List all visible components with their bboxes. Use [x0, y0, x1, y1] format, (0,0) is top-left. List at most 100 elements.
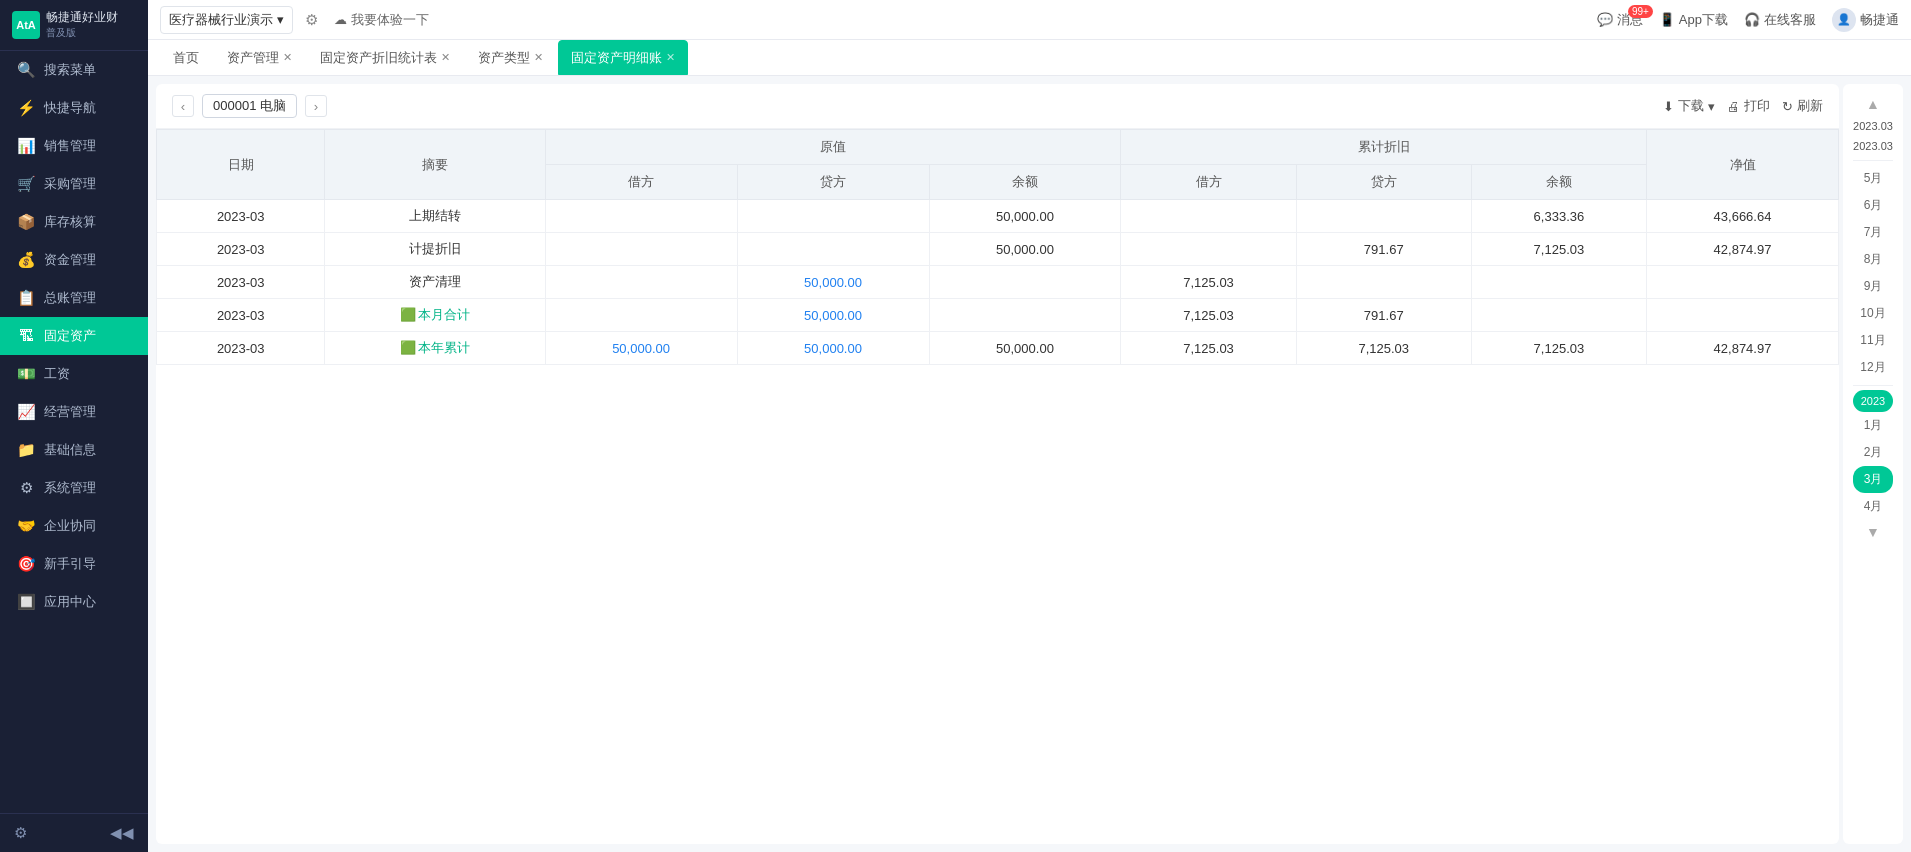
cell-dep-balance: 7,125.03 — [1471, 233, 1646, 266]
sidebar-item-资金管理[interactable]: 💰资金管理 — [0, 241, 148, 279]
cell-dep-debit: 7,125.03 — [1121, 332, 1296, 365]
timeline-up-btn[interactable]: ▲ — [1862, 92, 1884, 116]
tab-close-icon[interactable]: ✕ — [666, 51, 675, 64]
cell-orig-balance — [929, 299, 1121, 332]
tl-month-12月[interactable]: 12月 — [1853, 354, 1893, 381]
nav-icon: 📊 — [16, 137, 36, 155]
cell-orig-debit — [545, 233, 737, 266]
cell-dep-credit — [1296, 266, 1471, 299]
tab-资产类型[interactable]: 资产类型 ✕ — [465, 40, 556, 75]
nav-icon: ⚙ — [16, 479, 36, 497]
summary-text: 本年累计 — [418, 340, 470, 355]
sidebar-item-库存核算[interactable]: 📦库存核算 — [0, 203, 148, 241]
tab-资产管理[interactable]: 资产管理✕ — [214, 40, 305, 75]
sidebar-item-固定资产[interactable]: 🏗固定资产 — [0, 317, 148, 355]
tl-month-10月[interactable]: 10月 — [1853, 300, 1893, 327]
cell-dep-balance — [1471, 266, 1646, 299]
nav-icon: 🤝 — [16, 517, 36, 535]
cell-date: 2023-03 — [157, 332, 325, 365]
cell-net-value: 42,874.97 — [1647, 233, 1839, 266]
sidebar-item-工资[interactable]: 💵工资 — [0, 355, 148, 393]
tl-month-4月[interactable]: 4月 — [1853, 493, 1893, 520]
sidebar-item-快捷导航[interactable]: ⚡快捷导航 — [0, 89, 148, 127]
messages-btn[interactable]: 💬 消息 99+ — [1597, 11, 1643, 29]
tl-month-6月[interactable]: 6月 — [1853, 192, 1893, 219]
th-orig-credit: 贷方 — [737, 165, 929, 200]
print-btn[interactable]: 🖨 打印 — [1727, 97, 1770, 115]
nav-label: 销售管理 — [44, 137, 96, 155]
cell-date: 2023-03 — [157, 233, 325, 266]
tl-month-7月[interactable]: 7月 — [1853, 219, 1893, 246]
th-dep-credit: 贷方 — [1296, 165, 1471, 200]
content-area: ‹ 000001 电脑 › ⬇ 下载 ▾ 🖨 打印 ↻ 刷新 — [148, 76, 1911, 852]
cell-net-value — [1647, 299, 1839, 332]
company-selector[interactable]: 医疗器械行业演示 ▾ — [160, 6, 293, 34]
tabs-bar: 首页资产管理✕固定资产折旧统计表✕资产类型✕固定资产明细账✕ — [148, 40, 1911, 76]
tab-label: 资产类型 — [478, 49, 530, 67]
tab-close-icon[interactable]: ✕ — [441, 51, 450, 64]
tab-固定资产折旧统计表[interactable]: 固定资产折旧统计表✕ — [307, 40, 463, 75]
cell-summary: 资产清理 — [325, 266, 545, 299]
sidebar-item-企业协同[interactable]: 🤝企业协同 — [0, 507, 148, 545]
user-profile[interactable]: 👤 畅捷通 — [1832, 8, 1899, 32]
tl-year-badge[interactable]: 2023 — [1853, 390, 1893, 412]
print-icon: 🖨 — [1727, 99, 1740, 114]
th-dep-balance: 余额 — [1471, 165, 1646, 200]
nav-label: 采购管理 — [44, 175, 96, 193]
tab-close-icon[interactable]: ✕ — [283, 51, 292, 64]
online-service-btn[interactable]: 🎧 在线客服 — [1744, 11, 1816, 29]
nav-label: 基础信息 — [44, 441, 96, 459]
tl-month-2月[interactable]: 2月 — [1853, 439, 1893, 466]
cell-date: 2023-03 — [157, 266, 325, 299]
tl-month-11月[interactable]: 11月 — [1853, 327, 1893, 354]
tl-month-5月[interactable]: 5月 — [1853, 165, 1893, 192]
th-orig-debit: 借方 — [545, 165, 737, 200]
settings-icon[interactable]: ⚙ — [14, 824, 27, 842]
download-icon: ⬇ — [1663, 99, 1674, 114]
tab-首页[interactable]: 首页 — [160, 40, 212, 75]
sidebar-item-基础信息[interactable]: 📁基础信息 — [0, 431, 148, 469]
timeline-down-btn[interactable]: ▼ — [1862, 520, 1884, 544]
sidebar-item-总账管理[interactable]: 📋总账管理 — [0, 279, 148, 317]
prev-asset-btn[interactable]: ‹ — [172, 95, 194, 117]
experience-btn[interactable]: ☁ 我要体验一下 — [334, 11, 429, 29]
tl-month-8月[interactable]: 8月 — [1853, 246, 1893, 273]
sidebar-item-应用中心[interactable]: 🔲应用中心 — [0, 583, 148, 621]
nav-icon: 📋 — [16, 289, 36, 307]
cell-orig-debit — [545, 200, 737, 233]
logo-icon: AtA — [12, 11, 40, 39]
tab-固定资产明细账[interactable]: 固定资产明细账✕ — [558, 40, 688, 75]
tl-month-9月[interactable]: 9月 — [1853, 273, 1893, 300]
row-icon: 🟩 — [400, 307, 416, 322]
cloud-icon: ☁ — [334, 12, 347, 27]
collapse-icon[interactable]: ◀◀ — [110, 824, 134, 842]
nav-label: 应用中心 — [44, 593, 96, 611]
tab-close-icon[interactable]: ✕ — [534, 51, 543, 64]
nav-icon: 🛒 — [16, 175, 36, 193]
nav-label: 快捷导航 — [44, 99, 96, 117]
tl-month-3月[interactable]: 3月 — [1853, 466, 1893, 493]
nav-icon: 🏗 — [16, 327, 36, 344]
tl-divider1 — [1853, 160, 1893, 161]
cell-net-value: 42,874.97 — [1647, 332, 1839, 365]
refresh-btn[interactable]: ↻ 刷新 — [1782, 97, 1823, 115]
sidebar-item-采购管理[interactable]: 🛒 采购管理 — [0, 165, 148, 203]
sidebar-logo: AtA 畅捷通好业财 普及版 — [0, 0, 148, 51]
next-asset-btn[interactable]: › — [305, 95, 327, 117]
sidebar-item-搜索菜单[interactable]: 🔍搜索菜单 — [0, 51, 148, 89]
sidebar-item-系统管理[interactable]: ⚙系统管理 — [0, 469, 148, 507]
experience-label: 我要体验一下 — [351, 11, 429, 29]
cell-date: 2023-03 — [157, 299, 325, 332]
download-btn[interactable]: ⬇ 下载 ▾ — [1663, 97, 1715, 115]
cell-orig-balance: 50,000.00 — [929, 233, 1121, 266]
tl-month-1月[interactable]: 1月 — [1853, 412, 1893, 439]
sidebar-item-新手引导[interactable]: 🎯新手引导 — [0, 545, 148, 583]
nav-icon: 💵 — [16, 365, 36, 383]
topbar-settings-icon[interactable]: ⚙ — [305, 11, 318, 29]
cell-dep-credit: 791.67 — [1296, 299, 1471, 332]
panel-toolbar: ‹ 000001 电脑 › ⬇ 下载 ▾ 🖨 打印 ↻ 刷新 — [156, 84, 1839, 129]
sidebar-item-销售管理[interactable]: 📊 销售管理 — [0, 127, 148, 165]
sidebar-item-经营管理[interactable]: 📈经营管理 — [0, 393, 148, 431]
app-download-btn[interactable]: 📱 App下载 — [1659, 11, 1728, 29]
cell-summary: 计提折旧 — [325, 233, 545, 266]
